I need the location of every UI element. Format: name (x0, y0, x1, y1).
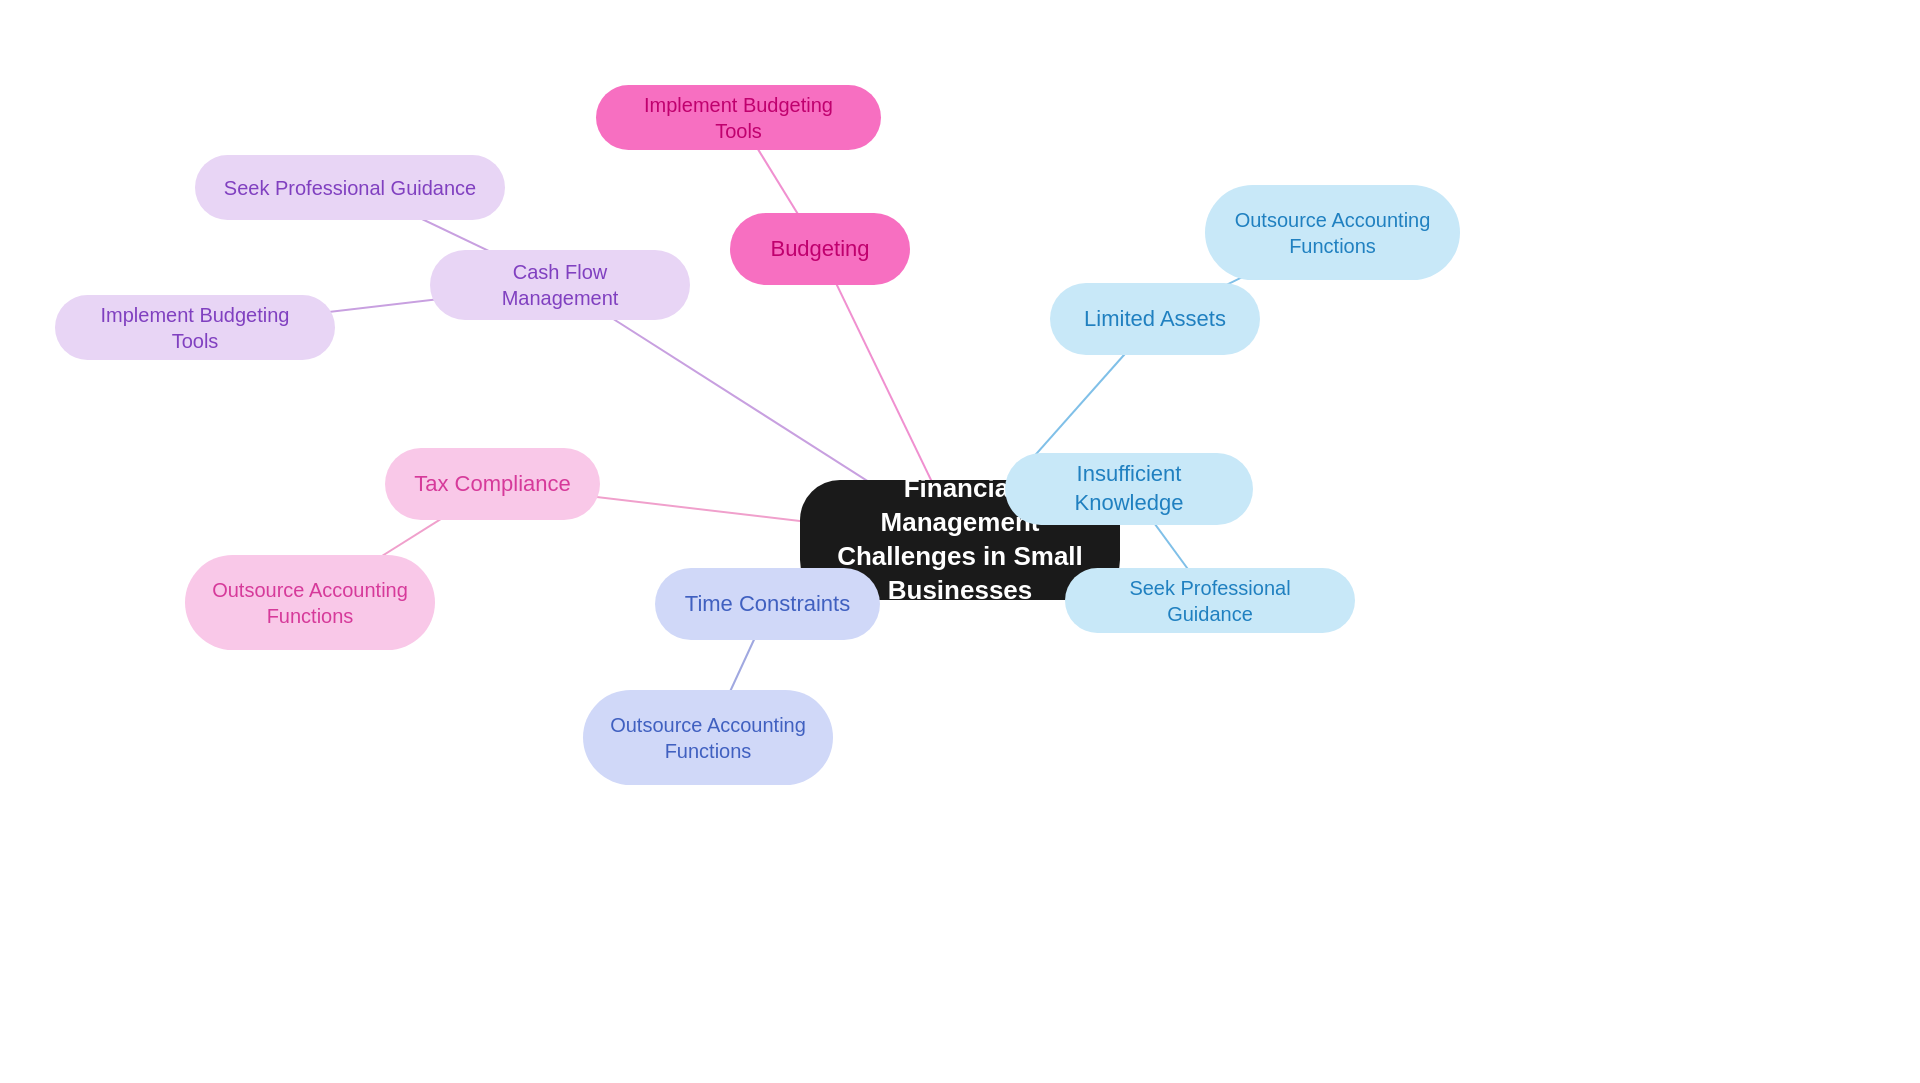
limited-assets-node: Limited Assets (1050, 283, 1260, 355)
seek-professional-1-label: Seek Professional Guidance (224, 175, 476, 201)
budgeting-label: Budgeting (770, 235, 869, 264)
tax-compliance-label: Tax Compliance (414, 470, 571, 499)
outsource-3-node: Outsource Accounting Functions (1205, 185, 1460, 280)
limited-assets-label: Limited Assets (1084, 305, 1226, 334)
seek-professional-2-node: Seek Professional Guidance (1065, 568, 1355, 633)
implement-budget-1-label: Implement Budgeting Tools (79, 302, 311, 354)
seek-professional-2-label: Seek Professional Guidance (1089, 575, 1331, 627)
cash-flow-node: Cash Flow Management (430, 250, 690, 320)
implement-budget-2-label: Implement Budgeting Tools (620, 92, 857, 144)
seek-professional-1-node: Seek Professional Guidance (195, 155, 505, 220)
insufficient-knowledge-label: Insufficient Knowledge (1029, 460, 1229, 517)
cash-flow-label: Cash Flow Management (454, 259, 666, 311)
tax-compliance-node: Tax Compliance (385, 448, 600, 520)
outsource-2-node: Outsource Accounting Functions (583, 690, 833, 785)
time-constraints-label: Time Constraints (685, 590, 850, 619)
time-constraints-node: Time Constraints (655, 568, 880, 640)
outsource-1-label: Outsource Accounting Functions (212, 577, 408, 629)
implement-budget-2-node: Implement Budgeting Tools (596, 85, 881, 150)
implement-budget-1-node: Implement Budgeting Tools (55, 295, 335, 360)
outsource-1-node: Outsource Accounting Functions (185, 555, 435, 650)
budgeting-node: Budgeting (730, 213, 910, 285)
outsource-2-label: Outsource Accounting Functions (610, 712, 806, 764)
insufficient-knowledge-node: Insufficient Knowledge (1005, 453, 1253, 525)
outsource-3-label: Outsource Accounting Functions (1235, 207, 1431, 259)
